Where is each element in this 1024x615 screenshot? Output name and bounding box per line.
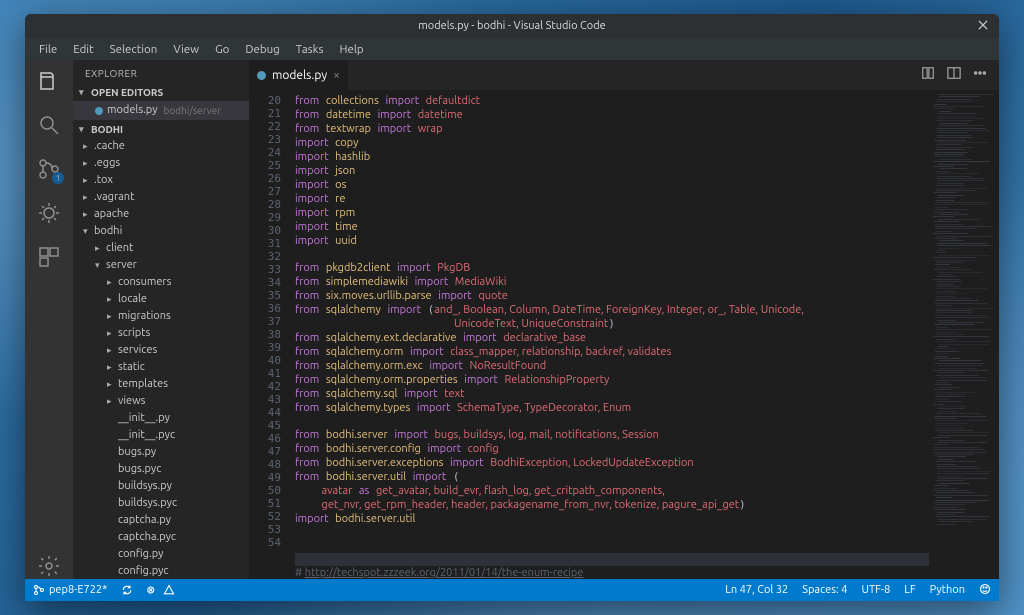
file-config-pyc[interactable]: config.pyc bbox=[73, 563, 249, 579]
window-title: models.py - bodhi - Visual Studio Code bbox=[418, 20, 605, 32]
compare-icon[interactable] bbox=[921, 66, 935, 84]
status-eol[interactable]: LF bbox=[904, 584, 915, 596]
workspace-header[interactable]: BODHI bbox=[73, 120, 249, 138]
app-window: models.py - bodhi - Visual Studio Code F… bbox=[25, 14, 999, 601]
explorer-sidebar: EXPLORER OPEN EDITORS models.py bodhi/se… bbox=[73, 60, 249, 579]
menu-view[interactable]: View bbox=[165, 41, 207, 58]
status-bar: pep8-E722* Ln 47, Col 32 Spaces: 4 UTF-8… bbox=[25, 579, 999, 601]
more-icon[interactable] bbox=[973, 66, 987, 84]
status-sync-icon[interactable] bbox=[121, 584, 133, 596]
menu-help[interactable]: Help bbox=[331, 41, 371, 58]
titlebar: models.py - bodhi - Visual Studio Code bbox=[25, 14, 999, 38]
file-config-py[interactable]: config.py bbox=[73, 546, 249, 563]
status-problems-icon[interactable] bbox=[147, 584, 175, 596]
folder-services[interactable]: ▸services bbox=[73, 342, 249, 359]
debug-icon[interactable] bbox=[36, 200, 62, 226]
tab-bar: models.py × bbox=[249, 60, 999, 90]
folder-views[interactable]: ▸views bbox=[73, 393, 249, 410]
folder-locale[interactable]: ▸locale bbox=[73, 291, 249, 308]
code-content[interactable]: from collections import defaultdict from… bbox=[295, 90, 929, 579]
scm-icon[interactable] bbox=[36, 156, 62, 182]
folder-scripts[interactable]: ▸scripts bbox=[73, 325, 249, 342]
status-spaces[interactable]: Spaces: 4 bbox=[802, 584, 847, 596]
settings-gear-icon[interactable] bbox=[36, 553, 62, 579]
menu-edit[interactable]: Edit bbox=[65, 41, 101, 58]
editor-area: models.py × 20 21 22 23 24 25 26 27 28 2… bbox=[249, 60, 999, 579]
file-buildsys-pyc[interactable]: buildsys.pyc bbox=[73, 495, 249, 512]
folder-static[interactable]: ▸static bbox=[73, 359, 249, 376]
file-buildsys-py[interactable]: buildsys.py bbox=[73, 478, 249, 495]
status-branch[interactable]: pep8-E722* bbox=[33, 584, 107, 596]
menu-debug[interactable]: Debug bbox=[237, 41, 287, 58]
folder-bodhi[interactable]: ▾bodhi bbox=[73, 223, 249, 240]
explorer-icon[interactable] bbox=[36, 68, 62, 94]
status-encoding[interactable]: UTF-8 bbox=[861, 584, 890, 596]
file---init---py[interactable]: __init__.py bbox=[73, 410, 249, 427]
explorer-title: EXPLORER bbox=[73, 60, 249, 83]
menu-file[interactable]: File bbox=[31, 41, 65, 58]
folder-client[interactable]: ▸client bbox=[73, 240, 249, 257]
open-editor-entry[interactable]: models.py bodhi/server bbox=[73, 101, 249, 120]
extensions-icon[interactable] bbox=[36, 244, 62, 270]
status-language[interactable]: Python bbox=[930, 584, 965, 596]
open-editors-header[interactable]: OPEN EDITORS bbox=[73, 83, 249, 101]
split-editor-icon[interactable] bbox=[947, 66, 961, 84]
folder-migrations[interactable]: ▸migrations bbox=[73, 308, 249, 325]
line-gutter: 20 21 22 23 24 25 26 27 28 29 30 31 32 3… bbox=[249, 90, 295, 579]
file---init---pyc[interactable]: __init__.pyc bbox=[73, 427, 249, 444]
folder--eggs[interactable]: ▸.eggs bbox=[73, 155, 249, 172]
file-tree: ▸.cache▸.eggs▸.tox▸.vagrant▸apache▾bodhi… bbox=[73, 138, 249, 579]
file-icon bbox=[257, 71, 266, 80]
file-bugs-pyc[interactable]: bugs.pyc bbox=[73, 461, 249, 478]
file-bugs-py[interactable]: bugs.py bbox=[73, 444, 249, 461]
activity-bar bbox=[25, 60, 73, 579]
folder--tox[interactable]: ▸.tox bbox=[73, 172, 249, 189]
folder--cache[interactable]: ▸.cache bbox=[73, 138, 249, 155]
tab-close-icon[interactable]: × bbox=[333, 69, 340, 82]
editor-actions bbox=[921, 60, 999, 90]
minimap[interactable] bbox=[929, 90, 999, 579]
editor[interactable]: 20 21 22 23 24 25 26 27 28 29 30 31 32 3… bbox=[249, 90, 999, 579]
folder-consumers[interactable]: ▸consumers bbox=[73, 274, 249, 291]
folder-templates[interactable]: ▸templates bbox=[73, 376, 249, 393]
menubar: FileEditSelectionViewGoDebugTasksHelp bbox=[25, 38, 999, 60]
menu-selection[interactable]: Selection bbox=[102, 41, 166, 58]
status-lncol[interactable]: Ln 47, Col 32 bbox=[725, 584, 788, 596]
menu-tasks[interactable]: Tasks bbox=[288, 41, 332, 58]
file-captcha-pyc[interactable]: captcha.pyc bbox=[73, 529, 249, 546]
folder-server[interactable]: ▾server bbox=[73, 257, 249, 274]
menu-go[interactable]: Go bbox=[207, 41, 237, 58]
file-captcha-py[interactable]: captcha.py bbox=[73, 512, 249, 529]
search-icon[interactable] bbox=[36, 112, 62, 138]
status-feedback-icon[interactable] bbox=[979, 583, 991, 598]
folder--vagrant[interactable]: ▸.vagrant bbox=[73, 189, 249, 206]
tab-models-py[interactable]: models.py × bbox=[249, 60, 349, 90]
folder-apache[interactable]: ▸apache bbox=[73, 206, 249, 223]
window-close-button[interactable] bbox=[975, 17, 991, 33]
